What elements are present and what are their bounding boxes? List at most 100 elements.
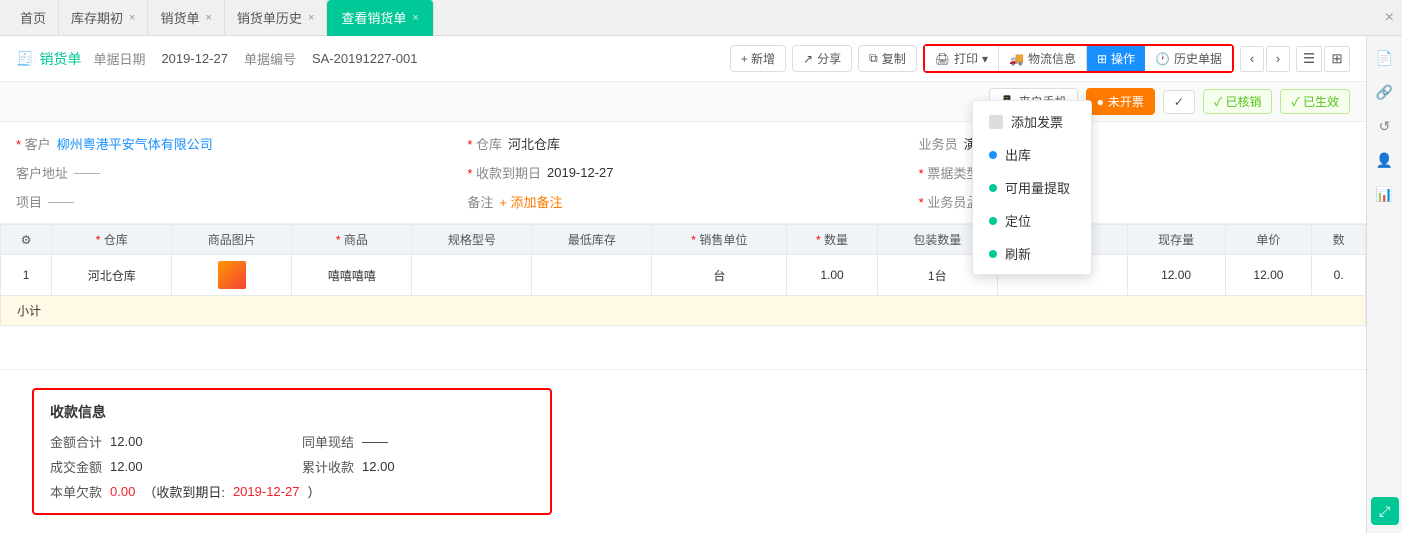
- tab-sales-history-close[interactable]: ×: [308, 12, 314, 24]
- due-date-value: 2019-12-27: [233, 484, 300, 499]
- settings-icon[interactable]: ⚙: [21, 233, 32, 247]
- dropdown-refresh[interactable]: 刷新: [973, 237, 1091, 270]
- table-header-row: ⚙ 仓库 商品图片 商品 规格型号 最低库存 销售单位 数量 包装数量 可用量 …: [1, 225, 1366, 255]
- customer-value[interactable]: 柳州粤港平安气体有限公司: [57, 134, 213, 153]
- tab-sales[interactable]: 销货单 ×: [148, 0, 224, 36]
- copy-button[interactable]: ⧉ 复制: [858, 45, 917, 72]
- already-effective-button[interactable]: ✓ 已生效: [1280, 89, 1350, 114]
- nav-arrows: ‹ ›: [1240, 46, 1290, 72]
- operations-button[interactable]: ⊞ 操作: [1087, 46, 1145, 71]
- print-dropdown-icon: ▾: [982, 52, 988, 66]
- tab-inventory[interactable]: 库存期初 ×: [59, 0, 148, 36]
- dropdown-available-qty[interactable]: 可用量提取: [973, 171, 1091, 204]
- current-due-value: 0.00: [110, 484, 135, 499]
- tab-sales-history[interactable]: 销货单历史 ×: [225, 0, 327, 36]
- row-current-stock: 12.00: [1127, 255, 1225, 296]
- share-button[interactable]: ↗ 分享: [792, 45, 852, 72]
- doc-title-text: 销货单: [39, 49, 81, 69]
- toolbar-row: 📱 来自手机 ● 未开票 ✓ ✓ 已核销 ✓ 已生效: [0, 82, 1366, 122]
- col-min-stock: 最低库存: [532, 225, 652, 255]
- history-button[interactable]: 🕐 历史单据: [1145, 46, 1232, 71]
- payment-info-grid: 金额合计 12.00 同单现结 —— 成交金额 12.00 累计收款 12.00: [50, 432, 534, 501]
- note-field: 备注 + 添加备注: [467, 192, 898, 211]
- subtotal-label: 小计: [1, 296, 1366, 326]
- prev-arrow[interactable]: ‹: [1240, 46, 1264, 72]
- col-product-img: 商品图片: [172, 225, 292, 255]
- doc-header: 🧾 销货单 单据日期 2019-12-27 单据编号 SA-20191227-0…: [0, 36, 1366, 82]
- print-operations-group: 🖨 打印 ▾ 🚚 物流信息 ⊞ 操作 🕐 历史单据: [923, 44, 1234, 73]
- print-button[interactable]: 🖨 打印 ▾: [925, 46, 999, 71]
- share-icon: ↗: [803, 52, 813, 66]
- total-amount-label: 金额合计: [50, 432, 102, 451]
- add-note-button[interactable]: + 添加备注: [499, 192, 562, 211]
- logistics-button[interactable]: 🚚 物流信息: [999, 46, 1087, 71]
- view-toggle: ☰ ⊞: [1296, 46, 1350, 72]
- sidebar-user-icon[interactable]: 👤: [1371, 146, 1399, 174]
- warehouse-field: 仓库 河北仓库: [467, 134, 898, 153]
- same-order-label: 同单现结: [302, 432, 354, 451]
- col-unit-price: 单价: [1225, 225, 1312, 255]
- dropdown-outbound[interactable]: 出库: [973, 138, 1091, 171]
- grid-icon: ⊞: [1097, 52, 1107, 66]
- warehouse-label: 仓库: [467, 134, 502, 153]
- tab-view-sales-close[interactable]: ×: [412, 12, 418, 24]
- sidebar-return-icon[interactable]: ↺: [1371, 112, 1399, 140]
- sidebar-doc-icon[interactable]: 📄: [1371, 44, 1399, 72]
- date-label: 单据日期: [93, 49, 145, 68]
- row-num: 1: [1, 255, 52, 296]
- cumulative-payment-row: 累计收款 12.00: [302, 457, 534, 476]
- date-value: 2019-12-27: [161, 51, 228, 66]
- locate-dot: [989, 217, 997, 225]
- sidebar-link-icon[interactable]: 🔗: [1371, 78, 1399, 106]
- tab-home[interactable]: 首页: [8, 0, 59, 36]
- tab-bar: 首页 库存期初 × 销货单 × 销货单历史 × 查看销货单 × ×: [0, 0, 1402, 36]
- customer-address-label: 客户地址: [16, 163, 68, 182]
- customer-address-field: 客户地址 ——: [16, 163, 447, 182]
- ticket-icon: ●: [1097, 95, 1104, 109]
- customer-address-value: ——: [74, 165, 100, 180]
- payment-date-value: 2019-12-27: [547, 165, 614, 180]
- col-product: 商品: [292, 225, 412, 255]
- history-icon: 🕐: [1155, 52, 1170, 66]
- project-field: 项目 ——: [16, 192, 447, 211]
- not-open-button[interactable]: ● 未开票: [1086, 88, 1155, 115]
- products-table: ⚙ 仓库 商品图片 商品 规格型号 最低库存 销售单位 数量 包装数量 可用量 …: [0, 224, 1366, 326]
- col-current-stock: 现存量: [1127, 225, 1225, 255]
- warehouse-value: 河北仓库: [508, 134, 560, 153]
- subtotal-row: 小计: [1, 296, 1366, 326]
- tab-sales-close[interactable]: ×: [205, 12, 211, 24]
- staff2-label: 业务员孟: [919, 192, 980, 211]
- already-verified-button[interactable]: ✓ 已核销: [1203, 89, 1273, 114]
- payment-date-field: 收款到期日 2019-12-27: [467, 163, 898, 182]
- tab-view-sales[interactable]: 查看销货单 ×: [327, 0, 433, 36]
- grid-view-button[interactable]: ⊞: [1324, 46, 1350, 72]
- sidebar-chart-icon[interactable]: 📊: [1371, 180, 1399, 208]
- col-quantity: 数量: [787, 225, 878, 255]
- col-spec: 规格型号: [412, 225, 532, 255]
- total-amount-row: 金额合计 12.00: [50, 432, 282, 451]
- due-note: （收款到期日:: [143, 482, 225, 501]
- new-button[interactable]: + 新增: [730, 45, 786, 72]
- tab-inventory-close[interactable]: ×: [129, 12, 135, 24]
- close-all-button[interactable]: ×: [1385, 9, 1394, 27]
- row-product-img: [172, 255, 292, 296]
- row-sales-unit: 台: [652, 255, 787, 296]
- truck-icon: 🚚: [1009, 52, 1024, 66]
- right-sidebar: 📄 🔗 ↺ 👤 📊 ⤢: [1366, 36, 1402, 533]
- refresh-dot: [989, 250, 997, 258]
- print-icon: 🖨: [935, 52, 950, 66]
- check-button[interactable]: ✓: [1163, 90, 1195, 114]
- dropdown-locate[interactable]: 定位: [973, 204, 1091, 237]
- customer-field: 客户 柳州粤港平安气体有限公司: [16, 134, 447, 153]
- col-sales-unit: 销售单位: [652, 225, 787, 255]
- sidebar-expand-icon[interactable]: ⤢: [1371, 497, 1399, 525]
- current-due-label: 本单欠款: [50, 482, 102, 501]
- next-arrow[interactable]: ›: [1266, 46, 1290, 72]
- payment-info-title: 收款信息: [50, 402, 534, 422]
- transaction-amount-row: 成交金额 12.00: [50, 457, 282, 476]
- dropdown-add-invoice[interactable]: 添加发票: [973, 105, 1091, 138]
- ticket-type-label: 票据类型: [919, 163, 980, 182]
- list-view-button[interactable]: ☰: [1296, 46, 1322, 72]
- row-warehouse: 河北仓库: [52, 255, 172, 296]
- col-amount: 数: [1312, 225, 1366, 255]
